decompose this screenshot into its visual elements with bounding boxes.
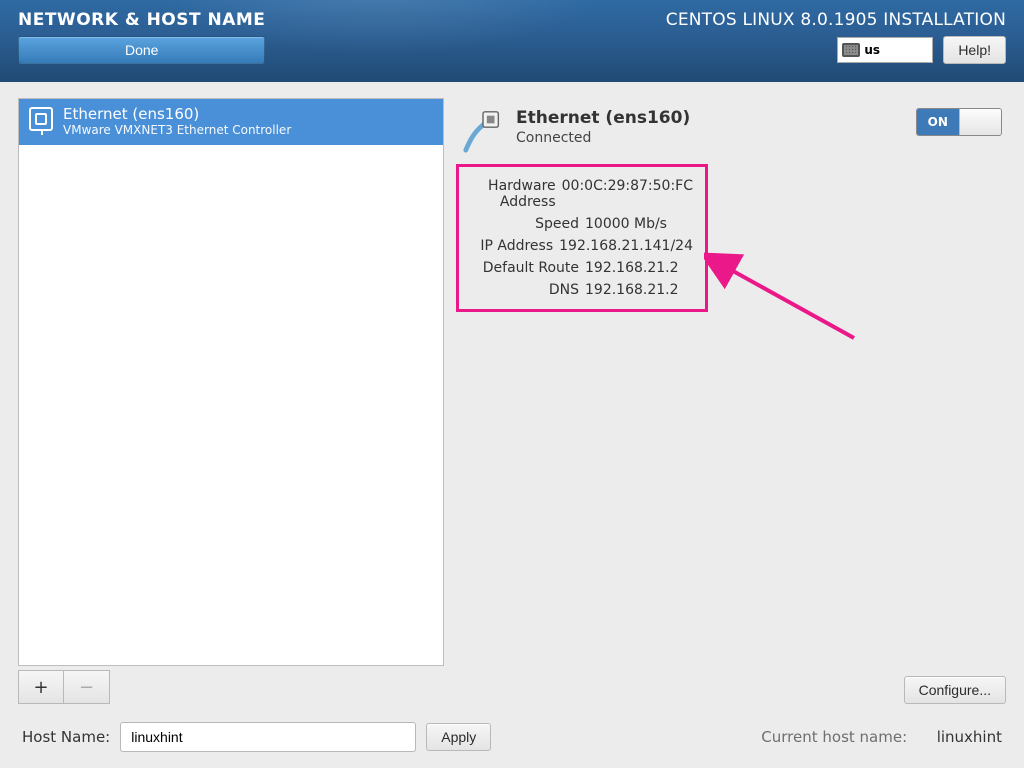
hostname-label: Host Name: [22,728,110,746]
topbar-left: NETWORK & HOST NAME Done [18,10,265,76]
detail-label: Speed [463,216,579,232]
keyboard-layout-label: us [864,43,880,57]
detail-row-ip-address: IP Address 192.168.21.141/24 [463,235,693,257]
remove-interface-button[interactable]: − [64,670,110,704]
plus-icon: + [33,677,48,698]
detail-value: 192.168.21.2 [585,260,679,276]
detail-label: Default Route [463,260,579,276]
apply-hostname-button[interactable]: Apply [426,723,491,751]
detail-interface-title: Ethernet (ens160) [516,108,916,128]
minus-icon: − [79,677,94,698]
interface-name: Ethernet (ens160) [63,105,291,123]
detail-value: 192.168.21.2 [585,282,679,298]
toggle-on-label: ON [917,109,959,135]
main-columns: Ethernet (ens160) VMware VMXNET3 Etherne… [18,98,1006,704]
detail-value: 192.168.21.141/24 [559,238,693,254]
add-interface-button[interactable]: + [18,670,64,704]
apply-button-label: Apply [441,729,476,745]
topbar-right-row: us Help! [837,36,1006,64]
done-button[interactable]: Done [18,36,265,64]
detail-label: Hardware Address [463,178,556,210]
interface-detail-header: Ethernet (ens160) Connected ON [456,98,1006,156]
interface-detail-column: Ethernet (ens160) Connected ON Hardware … [456,98,1006,704]
interface-detail-table: Hardware Address 00:0C:29:87:50:FC Speed… [456,164,708,312]
detail-label: IP Address [463,238,553,254]
detail-header-text: Ethernet (ens160) Connected [516,108,916,146]
detail-interface-status: Connected [516,130,916,146]
hostname-footer: Host Name: Apply Current host name: linu… [18,704,1006,754]
interface-device-model: VMware VMXNET3 Ethernet Controller [63,123,291,137]
help-button-label: Help! [958,42,991,58]
configure-button-label: Configure... [919,682,991,698]
annotation-arrow [704,248,864,348]
keyboard-layout-indicator[interactable]: us [837,37,933,63]
help-button[interactable]: Help! [943,36,1006,64]
ethernet-cable-icon [460,108,506,154]
current-hostname-label: Current host name: [761,728,907,746]
installer-topbar: NETWORK & HOST NAME Done CENTOS LINUX 8.… [0,0,1024,82]
current-hostname-value: linuxhint [937,728,1002,746]
spoke-body: Ethernet (ens160) VMware VMXNET3 Etherne… [0,82,1024,768]
interface-enable-toggle[interactable]: ON [916,108,1002,136]
topbar-right: CENTOS LINUX 8.0.1905 INSTALLATION us He… [666,10,1006,76]
detail-label: DNS [463,282,579,298]
detail-value: 00:0C:29:87:50:FC [562,178,693,210]
interface-list-buttons: + − [18,670,444,704]
ethernet-icon [29,107,53,131]
detail-row-dns: DNS 192.168.21.2 [463,279,693,301]
interface-list-item[interactable]: Ethernet (ens160) VMware VMXNET3 Etherne… [19,99,443,145]
installer-title: CENTOS LINUX 8.0.1905 INSTALLATION [666,10,1006,30]
configure-button[interactable]: Configure... [904,676,1006,704]
detail-row-speed: Speed 10000 Mb/s [463,213,693,235]
configure-row: Configure... [456,670,1006,704]
hostname-input[interactable] [120,722,416,752]
done-button-label: Done [125,42,158,58]
keyboard-icon [842,43,860,57]
interface-list[interactable]: Ethernet (ens160) VMware VMXNET3 Etherne… [18,98,444,666]
detail-value: 10000 Mb/s [585,216,667,232]
detail-row-hardware-address: Hardware Address 00:0C:29:87:50:FC [463,175,693,213]
toggle-knob [959,109,1002,135]
interface-list-item-text: Ethernet (ens160) VMware VMXNET3 Etherne… [63,105,291,137]
interface-list-column: Ethernet (ens160) VMware VMXNET3 Etherne… [18,98,444,704]
detail-row-default-route: Default Route 192.168.21.2 [463,257,693,279]
spoke-title: NETWORK & HOST NAME [18,10,265,30]
